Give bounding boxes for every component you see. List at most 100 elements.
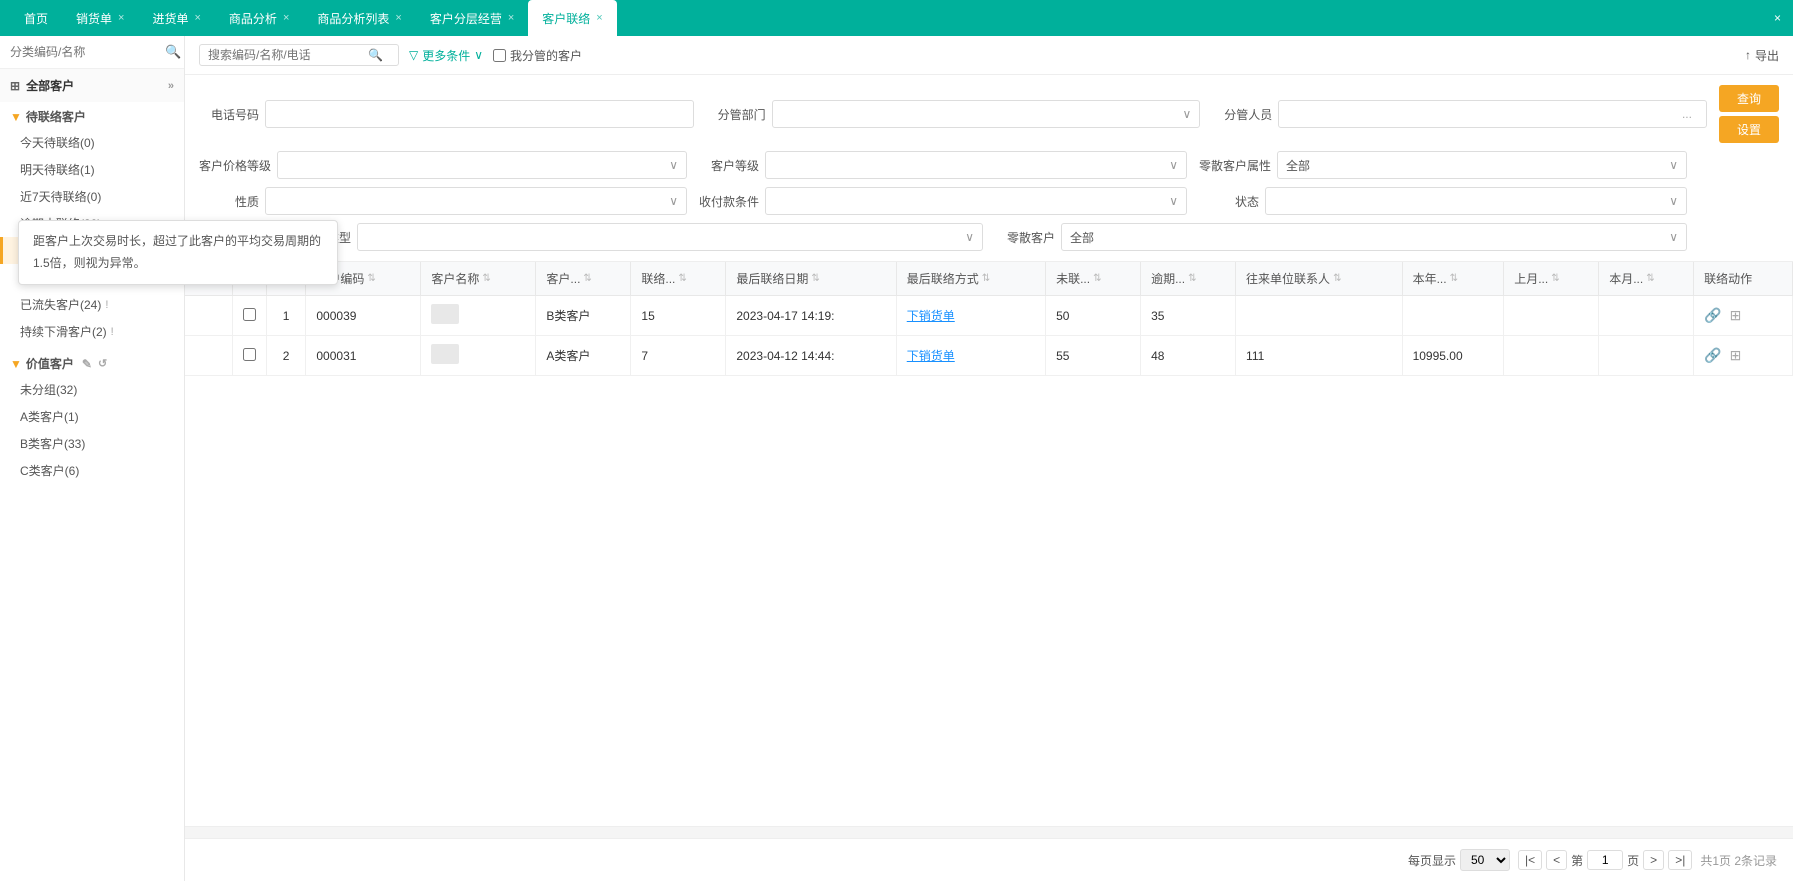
- tab-product-analysis[interactable]: 商品分析 ×: [215, 0, 303, 36]
- link-action-icon-1[interactable]: 🔗: [1704, 307, 1721, 324]
- row-checkbox-2[interactable]: [243, 348, 256, 361]
- close-tab-product-analysis-list[interactable]: ×: [395, 12, 401, 24]
- sidebar-item-declining-customers[interactable]: 持续下滑客户(2) !: [0, 318, 184, 345]
- person-filter: 分管人员 ...: [1212, 100, 1707, 128]
- price-level-select[interactable]: ∨: [277, 151, 687, 179]
- sidebar-search-container: 🔍: [0, 36, 184, 69]
- sidebar-item-b-class[interactable]: B类客户(33): [0, 430, 184, 457]
- th-name[interactable]: 客户名称 ⇅: [421, 262, 536, 296]
- filter-row-2: 客户价格等级 ∨ 客户等级 ∨ 零散客户属性 全部: [199, 151, 1779, 179]
- th-category[interactable]: 客户... ⇅: [536, 262, 631, 296]
- sort-unit-icon: ⇅: [1333, 273, 1341, 284]
- customer-level-select[interactable]: ∨: [765, 151, 1187, 179]
- tab-customer-segmentation[interactable]: 客户分层经营 ×: [416, 0, 528, 36]
- customer-level-label: 客户等级: [699, 157, 759, 174]
- grid-action-icon-1[interactable]: ⊞: [1730, 307, 1742, 324]
- cell-checkbox-1: [232, 296, 266, 336]
- row-checkbox-1[interactable]: [243, 308, 256, 321]
- query-button[interactable]: 查询: [1719, 85, 1779, 112]
- next-page-button[interactable]: >: [1643, 850, 1664, 870]
- first-page-button[interactable]: |<: [1518, 850, 1542, 870]
- collapse-sidebar-icon[interactable]: »: [168, 80, 174, 92]
- last-page-button[interactable]: >|: [1668, 850, 1692, 870]
- tab-customer-contact[interactable]: 客户联络 ×: [528, 0, 616, 36]
- close-tab-sales-order[interactable]: ×: [118, 12, 124, 24]
- close-all-tabs-button[interactable]: ×: [1774, 9, 1781, 27]
- close-tab-purchase-order[interactable]: ×: [194, 12, 200, 24]
- status-select[interactable]: ∨: [1265, 187, 1687, 215]
- phone-filter: 电话号码: [199, 100, 694, 128]
- close-tab-product-analysis[interactable]: ×: [283, 12, 289, 24]
- cell-last-method-1[interactable]: 下销货单: [896, 296, 1045, 336]
- th-this-month[interactable]: 本月... ⇅: [1599, 262, 1694, 296]
- cell-contact-1: 15: [631, 296, 726, 336]
- tab-product-analysis-list[interactable]: 商品分析列表 ×: [303, 0, 415, 36]
- dots-icon[interactable]: ...: [1676, 107, 1698, 121]
- dept-select[interactable]: ∨: [772, 100, 1201, 128]
- close-tab-customer-segmentation[interactable]: ×: [508, 12, 514, 24]
- sidebar-item-7days-pending[interactable]: 近7天待联络(0): [0, 183, 184, 210]
- retail-attr-select[interactable]: 全部 ∨: [1277, 151, 1687, 179]
- close-tab-customer-contact[interactable]: ×: [596, 12, 602, 24]
- grid-action-icon-2[interactable]: ⊞: [1730, 347, 1742, 364]
- sort-name-icon: ⇅: [482, 273, 490, 284]
- cell-last-method-2[interactable]: 下销货单: [896, 336, 1045, 376]
- arrow-down-icon: ▼: [10, 110, 22, 124]
- last-method-link-2[interactable]: 下销货单: [907, 349, 955, 363]
- phone-input[interactable]: [265, 100, 694, 128]
- sidebar-item-today-pending[interactable]: 今天待联络(0): [0, 129, 184, 156]
- sidebar-item-ungrouped[interactable]: 未分组(32): [0, 376, 184, 403]
- cell-tmonth-1: [1599, 296, 1694, 336]
- page-number-input[interactable]: [1587, 850, 1623, 870]
- th-unit-contact[interactable]: 往来单位联系人 ⇅: [1236, 262, 1403, 296]
- sort-contact-icon: ⇅: [678, 273, 686, 284]
- th-last-contact-date[interactable]: 最后联络日期 ⇅: [726, 262, 896, 296]
- chevron-price-icon: ∨: [669, 158, 678, 172]
- tab-sales-order[interactable]: 销货单 ×: [62, 0, 138, 36]
- all-customers-header[interactable]: ⊞ 全部客户 »: [0, 69, 184, 102]
- th-last-month[interactable]: 上月... ⇅: [1504, 262, 1599, 296]
- refresh-icon[interactable]: ↺: [98, 357, 107, 370]
- horizontal-scrollbar[interactable]: [185, 826, 1793, 838]
- settings-button[interactable]: 设置: [1719, 116, 1779, 143]
- tab-purchase-order[interactable]: 进货单 ×: [138, 0, 214, 36]
- th-overdue[interactable]: 逾期... ⇅: [1141, 262, 1236, 296]
- export-button[interactable]: ↑ 导出: [1745, 47, 1779, 64]
- sidebar-item-c-class[interactable]: C类客户(6): [0, 457, 184, 484]
- tab-home[interactable]: 首页: [10, 0, 62, 36]
- sort-code-icon: ⇅: [367, 273, 375, 284]
- link-action-icon-2[interactable]: 🔗: [1704, 347, 1721, 364]
- cell-lmonth-1: [1504, 296, 1599, 336]
- arrow-down-icon-2: ▼: [10, 357, 22, 371]
- prev-page-button[interactable]: <: [1546, 850, 1567, 870]
- more-conditions-button[interactable]: ▽ 更多条件 ∨: [409, 47, 483, 64]
- edit-icon[interactable]: ✎: [82, 357, 92, 371]
- sidebar-item-a-class[interactable]: A类客户(1): [0, 403, 184, 430]
- main-search-input[interactable]: [208, 48, 368, 62]
- customer-type-filter: 客户类型 ∨: [291, 223, 983, 251]
- pending-contact-group[interactable]: ▼ 待联络客户: [0, 102, 184, 129]
- my-customers-checkbox-input[interactable]: [493, 49, 506, 62]
- main-search-icon[interactable]: 🔍: [368, 48, 383, 62]
- retail-customer-select[interactable]: 全部 ∨: [1061, 223, 1687, 251]
- table-row: 2 000031 A类客户 7 2023-04-12 14:44: 下销货单 5…: [185, 336, 1793, 376]
- sidebar-item-lost-customers[interactable]: 已流失客户(24) !: [0, 291, 184, 318]
- payment-select[interactable]: ∨: [765, 187, 1187, 215]
- person-select[interactable]: ...: [1278, 100, 1707, 128]
- nature-select[interactable]: ∨: [265, 187, 687, 215]
- sort-over-icon: ⇅: [1188, 273, 1196, 284]
- sidebar-item-tomorrow-pending[interactable]: 明天待联络(1): [0, 156, 184, 183]
- value-customer-group[interactable]: ▼ 价值客户 ✎ ↺: [0, 349, 184, 376]
- retail-attr-filter: 零散客户属性 全部 ∨: [1199, 151, 1687, 179]
- th-contact[interactable]: 联络... ⇅: [631, 262, 726, 296]
- sort-year-icon: ⇅: [1450, 273, 1458, 284]
- th-uncontacted[interactable]: 未联... ⇅: [1046, 262, 1141, 296]
- customer-type-select[interactable]: ∨: [357, 223, 983, 251]
- last-method-link-1[interactable]: 下销货单: [907, 309, 955, 323]
- my-customers-checkbox[interactable]: 我分管的客户: [493, 47, 582, 64]
- per-page-label: 每页显示: [1408, 852, 1456, 869]
- sidebar-search-input[interactable]: [10, 45, 165, 59]
- per-page-select[interactable]: 50 100: [1460, 849, 1510, 871]
- th-this-year[interactable]: 本年... ⇅: [1402, 262, 1504, 296]
- th-last-contact-method[interactable]: 最后联络方式 ⇅: [896, 262, 1045, 296]
